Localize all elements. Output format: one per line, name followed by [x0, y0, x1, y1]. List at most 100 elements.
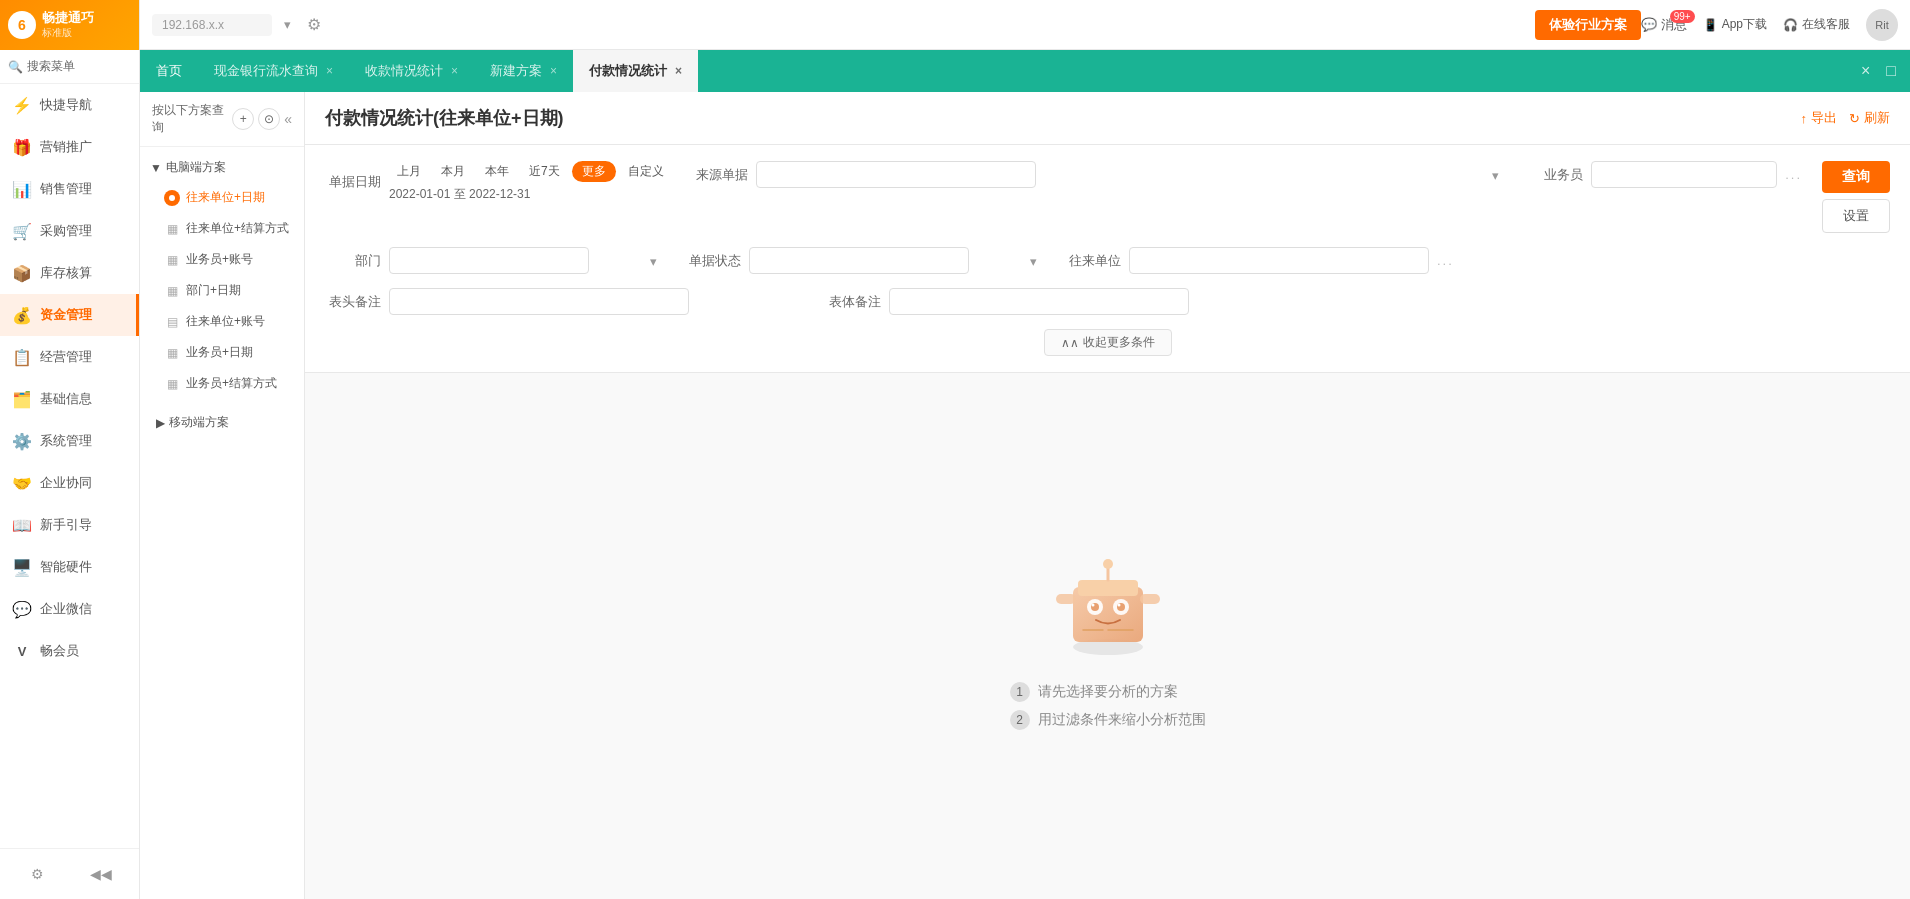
date-opt-7days[interactable]: 近7天: [521, 161, 568, 182]
address-display: 192.168.x.x: [152, 14, 272, 36]
sidebar-item-cooperation[interactable]: 🤝 企业协同: [0, 462, 139, 504]
sidebar-item-basic[interactable]: 🗂️ 基础信息: [0, 378, 139, 420]
content-area: 付款情况统计(往来单位+日期) ↑ 导出 ↻ 刷新: [305, 92, 1910, 899]
scheme-settings-btn[interactable]: ⊙: [258, 108, 280, 130]
filter-row-1: 单据日期 上月 本月 本年 近7天 更多 自定义 20: [325, 161, 1890, 233]
scheme-item-active-icon: [164, 190, 180, 206]
scheme-panel-collapse-btn[interactable]: «: [284, 111, 292, 127]
tab-close-new-scheme[interactable]: ×: [550, 64, 557, 78]
sidebar-item-member[interactable]: V 畅会员: [0, 630, 139, 672]
tab-receipt-stats[interactable]: 收款情况统计 ×: [349, 50, 474, 92]
sidebar-item-system[interactable]: ⚙️ 系统管理: [0, 420, 139, 462]
scheme-group-desktop-title[interactable]: ▼ 电脑端方案: [140, 153, 304, 182]
query-btn-group: 查询 设置: [1822, 161, 1890, 233]
header-note-input[interactable]: [389, 288, 689, 315]
sales-icon: 📊: [12, 179, 32, 199]
sidebar-footer: ⚙ ◀◀: [0, 848, 139, 899]
address-dropdown[interactable]: ▾: [280, 13, 295, 36]
sidebar-item-hardware[interactable]: 🖥️ 智能硬件: [0, 546, 139, 588]
scheme-item-staff-account[interactable]: ▦ 业务员+账号: [140, 244, 304, 275]
sidebar-item-quick-nav[interactable]: ⚡ 快捷导航: [0, 84, 139, 126]
scheme-item-partner-date[interactable]: 往来单位+日期: [140, 182, 304, 213]
service-icon: 🎧: [1783, 18, 1798, 32]
user-avatar[interactable]: Rit: [1866, 9, 1898, 41]
sidebar-item-marketing[interactable]: 🎁 营销推广: [0, 126, 139, 168]
sidebar-item-purchase[interactable]: 🛒 采购管理: [0, 210, 139, 252]
tab-payment-stats[interactable]: 付款情况统计 ×: [573, 50, 698, 92]
date-opt-more[interactable]: 更多: [572, 161, 616, 182]
filter-date-item: 单据日期 上月 本月 本年 近7天 更多 自定义 20: [325, 161, 672, 203]
scheme-item-table5-icon: ▦: [164, 376, 180, 392]
scheme-item-partner-settle[interactable]: ▦ 往来单位+结算方式: [140, 213, 304, 244]
source-select[interactable]: [756, 161, 1036, 188]
body-note-input[interactable]: [889, 288, 1189, 315]
tab-close-receipt-stats[interactable]: ×: [451, 64, 458, 78]
scheme-item-partner-account[interactable]: ▤ 往来单位+账号: [140, 306, 304, 337]
scheme-item-staff-settle[interactable]: ▦ 业务员+结算方式: [140, 368, 304, 399]
app-download-btn[interactable]: 📱 App下载: [1703, 16, 1767, 33]
scheme-group-mobile-title[interactable]: ▶ 移动端方案: [140, 409, 304, 436]
export-btn[interactable]: ↑ 导出: [1801, 109, 1838, 127]
tab-close-payment-stats[interactable]: ×: [675, 64, 682, 78]
sidebar-item-funds[interactable]: 💰 资金管理: [0, 294, 139, 336]
scheme-add-btn[interactable]: +: [232, 108, 254, 130]
collapse-icon: ∧∧: [1061, 336, 1079, 350]
tab-close-all-btn[interactable]: ×: [1855, 58, 1876, 84]
scheme-item-bar-icon: ▤: [164, 314, 180, 330]
purchase-icon: 🛒: [12, 221, 32, 241]
topbar-settings-icon[interactable]: ⚙: [303, 11, 325, 38]
tip-num-1: 1: [1010, 682, 1030, 702]
tab-bank-flow[interactable]: 现金银行流水查询 ×: [198, 50, 349, 92]
scheme-item-staff-date[interactable]: ▦ 业务员+日期: [140, 337, 304, 368]
tab-new-scheme[interactable]: 新建方案 ×: [474, 50, 573, 92]
filter-dept-item: 部门: [325, 247, 665, 274]
svg-rect-12: [1140, 594, 1160, 604]
dept-select[interactable]: [389, 247, 589, 274]
sidebar-item-wechat[interactable]: 💬 企业微信: [0, 588, 139, 630]
partner-input[interactable]: [1129, 247, 1429, 274]
staff-dots-btn[interactable]: ...: [1785, 167, 1802, 182]
partner-label: 往来单位: [1065, 252, 1121, 270]
tab-home[interactable]: 首页: [140, 50, 198, 92]
settings-button[interactable]: 设置: [1822, 199, 1890, 233]
staff-input[interactable]: [1591, 161, 1777, 188]
scheme-item-dept-date[interactable]: ▦ 部门+日期: [140, 275, 304, 306]
filter-partner-item: 往来单位 ...: [1065, 247, 1890, 274]
voucher-status-select[interactable]: [749, 247, 969, 274]
page-header: 付款情况统计(往来单位+日期) ↑ 导出 ↻ 刷新: [305, 92, 1910, 145]
date-opt-custom[interactable]: 自定义: [620, 161, 672, 182]
date-opt-this-year[interactable]: 本年: [477, 161, 517, 182]
refresh-icon: ↻: [1849, 111, 1860, 126]
sidebar-item-inventory[interactable]: 📦 库存核算: [0, 252, 139, 294]
tab-maximize-btn[interactable]: □: [1880, 58, 1902, 84]
date-opt-this-month[interactable]: 本月: [433, 161, 473, 182]
svg-rect-11: [1056, 594, 1076, 604]
partner-dots-btn[interactable]: ...: [1437, 253, 1454, 268]
sidebar-item-sales[interactable]: 📊 销售管理: [0, 168, 139, 210]
tab-close-bank-flow[interactable]: ×: [326, 64, 333, 78]
search-menu[interactable]: 🔍 搜索菜单: [0, 50, 139, 84]
header-note-label: 表头备注: [325, 293, 381, 311]
empty-tips: 1 请先选择要分析的方案 2 用过滤条件来缩小分析范围: [1010, 682, 1206, 730]
query-button[interactable]: 查询: [1822, 161, 1890, 193]
page-content: 按以下方案查询 + ⊙ « ▼ 电脑端方案 往来单位+日期: [140, 92, 1910, 899]
filter-body-note-item: 表体备注: [825, 288, 1890, 315]
hardware-icon: 🖥️: [12, 557, 32, 577]
tip-num-2: 2: [1010, 710, 1030, 730]
trial-btn[interactable]: 体验行业方案: [1535, 10, 1641, 40]
sidebar-item-guide[interactable]: 📖 新手引导: [0, 504, 139, 546]
message-btn[interactable]: 💬 消息 99+: [1641, 16, 1687, 34]
logo-icon: 6: [8, 11, 36, 39]
refresh-btn[interactable]: ↻ 刷新: [1849, 109, 1890, 127]
collapse-conditions-btn[interactable]: ∧∧ 收起更多条件: [1044, 329, 1172, 356]
guide-icon: 📖: [12, 515, 32, 535]
sidebar-item-operations[interactable]: 📋 经营管理: [0, 336, 139, 378]
date-label: 单据日期: [325, 173, 381, 191]
wechat-icon: 💬: [12, 599, 32, 619]
online-service-btn[interactable]: 🎧 在线客服: [1783, 16, 1850, 33]
app-icon: 📱: [1703, 18, 1718, 32]
date-opt-last-month[interactable]: 上月: [389, 161, 429, 182]
footer-settings-btn[interactable]: ⚙: [10, 859, 66, 889]
footer-collapse-btn[interactable]: ◀◀: [74, 859, 130, 889]
date-range-display: 2022-01-01 至 2022-12-31: [389, 186, 672, 203]
